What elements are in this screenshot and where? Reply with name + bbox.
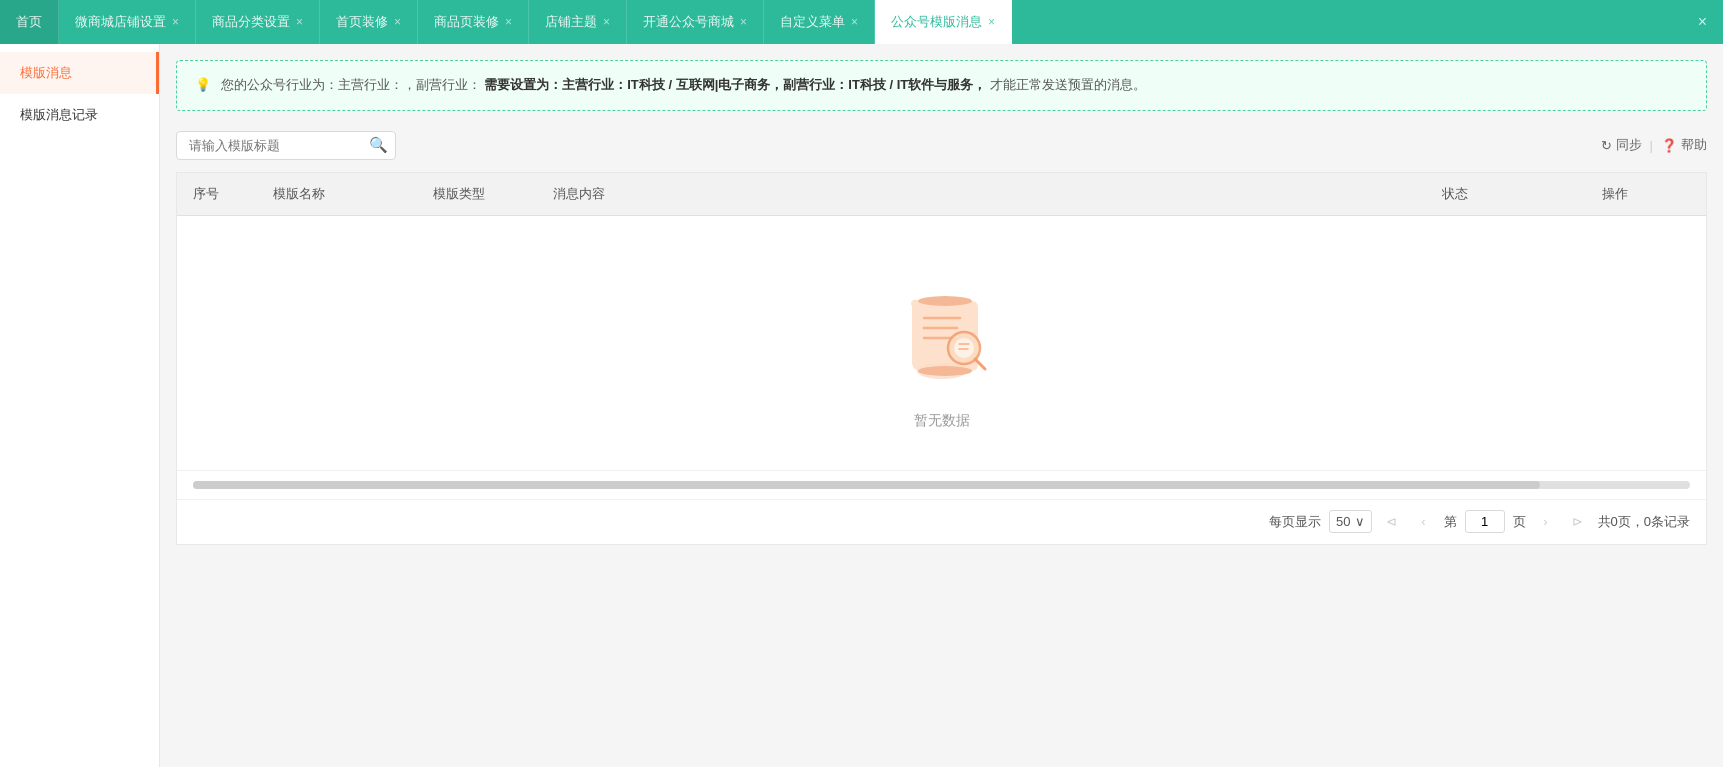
close-tab-shop-settings[interactable]: × [172,15,179,29]
table-header: 序号 模版名称 模版类型 消息内容 状态 操作 [177,173,1706,216]
tab-template-msg[interactable]: 公众号模版消息 × [875,0,1012,44]
current-page-input[interactable] [1465,510,1505,533]
col-header-type: 模版类型 [417,173,537,215]
tab-home-decor[interactable]: 首页装修 × [320,0,418,44]
sidebar-item-template-msg-log[interactable]: 模版消息记录 [0,94,159,136]
empty-illustration [882,276,1002,396]
tab-product-category[interactable]: 商品分类设置 × [196,0,320,44]
chevron-down-icon: ∨ [1355,514,1365,529]
search-input-wrap: 🔍 [176,131,396,160]
search-button[interactable]: 🔍 [369,136,388,154]
last-page-button[interactable]: ⊳ [1566,510,1590,534]
content-area: 💡 您的公众号行业为：主营行业：，副营行业： 需要设置为：主营行业：IT科技 /… [160,44,1723,767]
toolbar-divider: | [1650,138,1653,153]
svg-point-7 [954,338,974,358]
col-header-index: 序号 [177,173,257,215]
close-tab-template-msg[interactable]: × [988,15,995,29]
page-size-label: 每页显示 [1269,513,1321,531]
top-navigation: 首页 微商城店铺设置 × 商品分类设置 × 首页装修 × 商品页装修 × 店铺主… [0,0,1723,44]
close-tab-custom-menu[interactable]: × [851,15,858,29]
sync-button[interactable]: ↻ 同步 [1601,136,1642,154]
data-table: 序号 模版名称 模版类型 消息内容 状态 操作 [176,172,1707,545]
total-label: 共0页，0条记录 [1598,513,1690,531]
first-page-button[interactable]: ⊲ [1380,510,1404,534]
page-suffix-label: 页 [1513,513,1526,531]
tab-open-mall[interactable]: 开通公众号商城 × [627,0,764,44]
empty-text: 暂无数据 [914,412,970,430]
tab-home[interactable]: 首页 [0,0,59,44]
page-size-select[interactable]: 50 ∨ [1329,510,1371,533]
tab-shop-settings[interactable]: 微商城店铺设置 × [59,0,196,44]
help-icon: ❓ [1661,138,1677,153]
col-header-action: 操作 [1586,173,1706,215]
tab-custom-menu[interactable]: 自定义菜单 × [764,0,875,44]
close-all-tabs-button[interactable]: × [1682,13,1723,31]
col-header-status: 状态 [1426,173,1586,215]
next-page-button[interactable]: › [1534,510,1558,534]
main-layout: 模版消息 模版消息记录 💡 您的公众号行业为：主营行业：，副营行业： 需要设置为… [0,44,1723,767]
sidebar-item-template-msg[interactable]: 模版消息 [0,52,159,94]
page-prefix-label: 第 [1444,513,1457,531]
close-tab-store-theme[interactable]: × [603,15,610,29]
col-header-name: 模版名称 [257,173,417,215]
sidebar: 模版消息 模版消息记录 [0,44,160,767]
help-button[interactable]: ❓ 帮助 [1661,136,1707,154]
tab-product-decor[interactable]: 商品页装修 × [418,0,529,44]
sync-icon: ↻ [1601,138,1612,153]
search-input[interactable] [176,131,396,160]
toolbar-right: ↻ 同步 | ❓ 帮助 [1601,136,1707,154]
close-tab-product-decor[interactable]: × [505,15,512,29]
close-tab-home-decor[interactable]: × [394,15,401,29]
horizontal-scrollbar[interactable] [177,470,1706,499]
pagination: 每页显示 50 ∨ ⊲ ‹ 第 页 › ⊳ 共0页，0条记录 [177,499,1706,544]
svg-point-2 [918,366,972,376]
search-bar: 🔍 ↻ 同步 | ❓ 帮助 [176,131,1707,160]
tab-store-theme[interactable]: 店铺主题 × [529,0,627,44]
notice-icon: 💡 [195,77,211,92]
prev-page-button[interactable]: ‹ [1412,510,1436,534]
notice-box: 💡 您的公众号行业为：主营行业：，副营行业： 需要设置为：主营行业：IT科技 /… [176,60,1707,111]
empty-state: 暂无数据 [177,216,1706,470]
col-header-content: 消息内容 [537,173,1426,215]
svg-point-1 [918,296,972,306]
close-tab-open-mall[interactable]: × [740,15,747,29]
close-tab-product-category[interactable]: × [296,15,303,29]
